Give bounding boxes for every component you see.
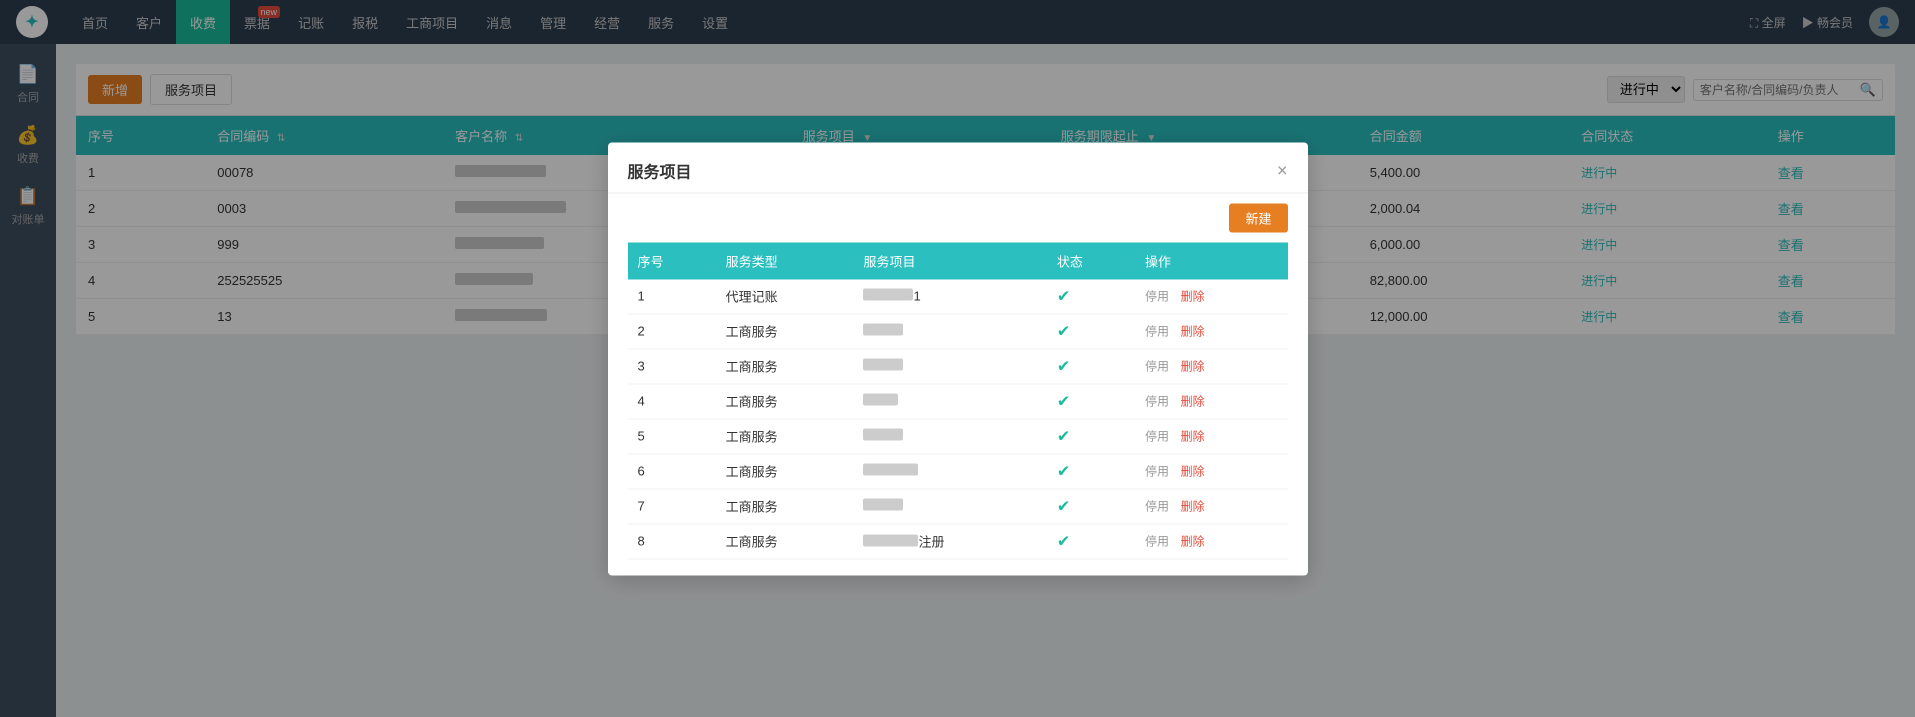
modal-cell-status: ✔ [1047,349,1135,384]
modal-body: 序号 服务类型 服务项目 状态 操作 1 代理记账 1 ✔ 停用 删除 2 工商… [608,242,1308,575]
delete-button[interactable]: 删除 [1181,430,1205,444]
modal-cell-item: 注册 [853,524,1046,559]
stop-button[interactable]: 停用 [1145,500,1169,514]
stop-button[interactable]: 停用 [1145,325,1169,339]
modal-col-type: 服务类型 [716,242,854,279]
modal-cell-action: 停用 删除 [1135,384,1288,419]
status-check-icon: ✔ [1057,288,1070,305]
modal-cell-type: 工商服务 [716,349,854,384]
modal-col-action: 操作 [1135,242,1288,279]
status-check-icon: ✔ [1057,393,1070,410]
modal-title: 服务项目 [628,158,1277,182]
delete-button[interactable]: 删除 [1181,325,1205,339]
modal-table-row: 3 工商服务 ✔ 停用 删除 [628,349,1288,384]
modal-cell-item: 1 [853,279,1046,314]
modal-col-no: 序号 [628,242,716,279]
modal-table-row: 5 工商服务 ✔ 停用 删除 [628,419,1288,454]
status-check-icon: ✔ [1057,428,1070,445]
modal-cell-type: 工商服务 [716,454,854,489]
modal-cell-status: ✔ [1047,314,1135,349]
modal-cell-no: 6 [628,454,716,489]
service-item-modal: 服务项目 × 新建 序号 服务类型 服务项目 状态 操作 1 代理记账 1 ✔ … [608,142,1308,575]
modal-cell-action: 停用 删除 [1135,524,1288,559]
modal-cell-no: 4 [628,384,716,419]
modal-cell-no: 5 [628,419,716,454]
modal-cell-no: 1 [628,279,716,314]
modal-close-button[interactable]: × [1277,161,1288,179]
modal-cell-item [853,419,1046,454]
modal-table-row: 1 代理记账 1 ✔ 停用 删除 [628,279,1288,314]
modal-cell-action: 停用 删除 [1135,349,1288,384]
modal-cell-no: 7 [628,489,716,524]
modal-cell-item [853,314,1046,349]
stop-button[interactable]: 停用 [1145,535,1169,549]
modal-col-status: 状态 [1047,242,1135,279]
modal-toolbar: 新建 [608,193,1308,242]
delete-button[interactable]: 删除 [1181,290,1205,304]
delete-button[interactable]: 删除 [1181,500,1205,514]
modal-cell-item [853,349,1046,384]
status-check-icon: ✔ [1057,463,1070,480]
modal-cell-action: 停用 删除 [1135,454,1288,489]
modal-table-row: 4 工商服务 ✔ 停用 删除 [628,384,1288,419]
modal-cell-item [853,454,1046,489]
modal-cell-status: ✔ [1047,524,1135,559]
delete-button[interactable]: 删除 [1181,360,1205,374]
modal-cell-no: 8 [628,524,716,559]
stop-button[interactable]: 停用 [1145,395,1169,409]
delete-button[interactable]: 删除 [1181,395,1205,409]
status-check-icon: ✔ [1057,323,1070,340]
stop-button[interactable]: 停用 [1145,465,1169,479]
modal-cell-action: 停用 删除 [1135,489,1288,524]
modal-cell-status: ✔ [1047,419,1135,454]
status-check-icon: ✔ [1057,533,1070,550]
modal-col-item: 服务项目 [853,242,1046,279]
modal-new-button[interactable]: 新建 [1229,203,1287,232]
modal-cell-item [853,384,1046,419]
modal-cell-status: ✔ [1047,279,1135,314]
modal-cell-action: 停用 删除 [1135,314,1288,349]
modal-cell-type: 工商服务 [716,419,854,454]
modal-table-row: 8 工商服务 注册 ✔ 停用 删除 [628,524,1288,559]
modal-cell-status: ✔ [1047,454,1135,489]
status-check-icon: ✔ [1057,358,1070,375]
modal-cell-type: 工商服务 [716,384,854,419]
modal-cell-status: ✔ [1047,384,1135,419]
delete-button[interactable]: 删除 [1181,535,1205,549]
modal-cell-action: 停用 删除 [1135,419,1288,454]
modal-cell-action: 停用 删除 [1135,279,1288,314]
modal-header: 服务项目 × [608,142,1308,193]
modal-cell-no: 2 [628,314,716,349]
modal-table: 序号 服务类型 服务项目 状态 操作 1 代理记账 1 ✔ 停用 删除 2 工商… [628,242,1288,559]
delete-button[interactable]: 删除 [1181,465,1205,479]
modal-cell-type: 工商服务 [716,489,854,524]
modal-cell-type: 工商服务 [716,524,854,559]
stop-button[interactable]: 停用 [1145,360,1169,374]
stop-button[interactable]: 停用 [1145,430,1169,444]
modal-cell-type: 代理记账 [716,279,854,314]
modal-table-row: 7 工商服务 ✔ 停用 删除 [628,489,1288,524]
modal-cell-no: 3 [628,349,716,384]
modal-table-row: 2 工商服务 ✔ 停用 删除 [628,314,1288,349]
status-check-icon: ✔ [1057,498,1070,515]
modal-cell-type: 工商服务 [716,314,854,349]
stop-button[interactable]: 停用 [1145,290,1169,304]
modal-cell-status: ✔ [1047,489,1135,524]
modal-cell-item [853,489,1046,524]
modal-table-row: 6 工商服务 ✔ 停用 删除 [628,454,1288,489]
